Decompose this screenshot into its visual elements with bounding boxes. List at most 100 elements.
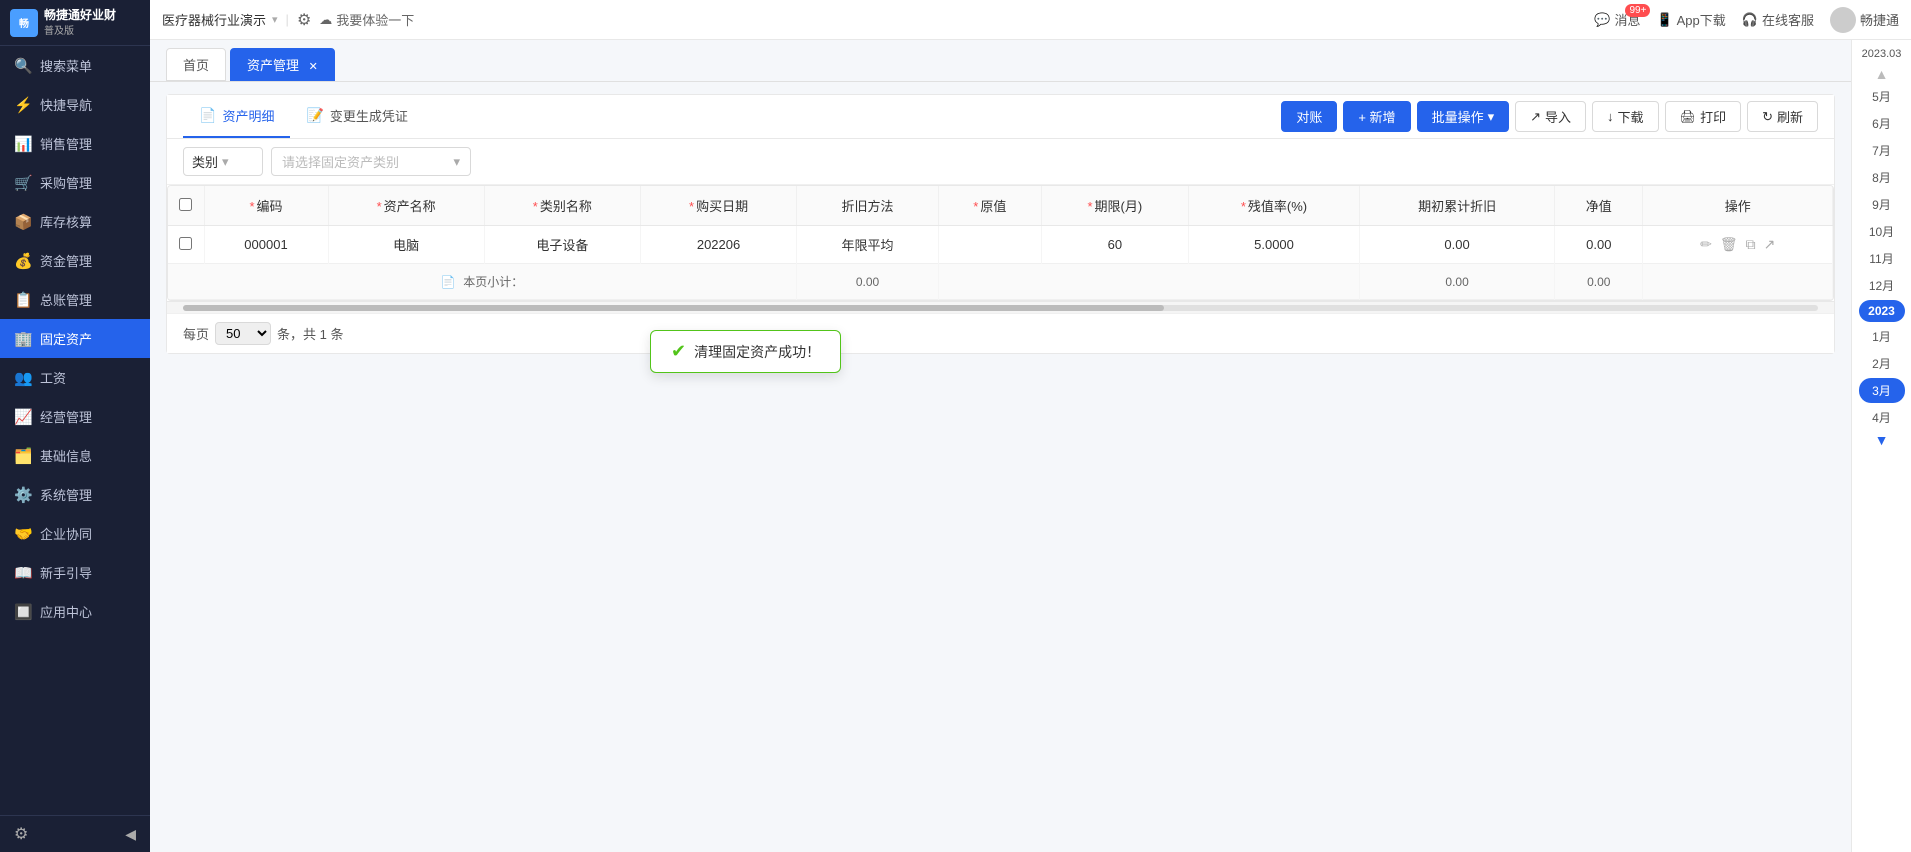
batch-ops-button[interactable]: 批量操作 ▾	[1417, 101, 1510, 132]
cell-original-value	[938, 226, 1041, 264]
calendar-month[interactable]: 2月	[1859, 351, 1905, 376]
cell-purchase-date: 202206	[640, 226, 796, 264]
category-value-filter[interactable]: 请选择固定资产类别 ▾	[271, 147, 471, 176]
calendar-month[interactable]: 9月	[1859, 192, 1905, 217]
sidebar-label-guide: 新手引导	[40, 563, 92, 582]
sidebar-item-guide[interactable]: 📖 新手引导	[0, 553, 150, 592]
calendar-month[interactable]: 11月	[1859, 246, 1905, 271]
print-button[interactable]: 🖨 打印	[1665, 101, 1742, 132]
sidebar-item-operations[interactable]: 📈 经营管理	[0, 397, 150, 436]
sub-tab-voucher[interactable]: 📝 变更生成凭证	[290, 95, 423, 138]
sidebar-item-quicknav[interactable]: ⚡ 快捷导航	[0, 85, 150, 124]
col-dep-method: 折旧方法	[797, 186, 939, 226]
calendar-active-year[interactable]: 2023	[1859, 300, 1905, 322]
download-button[interactable]: ↓ 下载	[1592, 101, 1659, 132]
delete-icon[interactable]: 🗑	[1720, 236, 1738, 253]
subtotal-initial-dep: 0.00	[1360, 264, 1555, 300]
sidebar: 畅 畅捷通好业财 普及版 🔍 搜索菜单 ⚡ 快捷导航 📊 销售管理 🛒 采购管理…	[0, 0, 150, 852]
calendar-month[interactable]: 5月	[1859, 84, 1905, 109]
cell-code: 000001	[204, 226, 328, 264]
sidebar-icon-fixed-assets: 🏢	[14, 330, 32, 348]
subtotal-label-cell: 📄 本页小计：	[168, 264, 797, 300]
sidebar-icon-funds: 💰	[14, 252, 32, 270]
main-card: 📄 资产明细 📝 变更生成凭证 对账 + 新增 批量操作 ▾ ↗	[166, 94, 1835, 354]
cell-name: 电脑	[328, 226, 484, 264]
sidebar-item-funds[interactable]: 💰 资金管理	[0, 241, 150, 280]
sidebar-item-ledger[interactable]: 📋 总账管理	[0, 280, 150, 319]
row-checkbox[interactable]	[179, 237, 192, 250]
assets-table-wrap: *编码 *资产名称 *类别名称 *购买日期 折旧方法 *原值 *期限(月) *残…	[167, 185, 1834, 301]
reconcile-button[interactable]: 对账	[1281, 101, 1337, 132]
calendar-month[interactable]: 7月	[1859, 138, 1905, 163]
collapse-icon[interactable]: ◀	[125, 826, 136, 843]
sidebar-label-quicknav: 快捷导航	[40, 95, 92, 114]
sub-tab-detail[interactable]: 📄 资产明细	[183, 95, 290, 138]
copy-icon[interactable]: ⧉	[1746, 236, 1756, 253]
company-selector[interactable]: 医疗器械行业演示 ▾	[162, 10, 278, 29]
sidebar-item-payroll[interactable]: 👥 工资	[0, 358, 150, 397]
calendar-down-btn[interactable]: ▼	[1873, 430, 1891, 450]
sidebar-item-fixed-assets[interactable]: 🏢 固定资产	[0, 319, 150, 358]
sidebar-item-apps[interactable]: 🔲 应用中心	[0, 592, 150, 631]
calendar-month[interactable]: 3月	[1859, 378, 1905, 403]
app-download-btn[interactable]: 📱 App下载	[1656, 10, 1725, 29]
category-filter[interactable]: 类别 ▾	[183, 147, 263, 176]
calendar-month[interactable]: 8月	[1859, 165, 1905, 190]
calendar-month[interactable]: 6月	[1859, 111, 1905, 136]
sidebar-item-enterprise[interactable]: 🤝 企业协同	[0, 514, 150, 553]
sidebar-icon-ledger: 📋	[14, 291, 32, 309]
detail-icon: 📄	[199, 107, 216, 124]
refresh-button[interactable]: ↻ 刷新	[1747, 101, 1818, 132]
calendar-month[interactable]: 10月	[1859, 219, 1905, 244]
col-name: *资产名称	[328, 186, 484, 226]
col-ops: 操作	[1643, 186, 1833, 226]
sidebar-item-sales[interactable]: 📊 销售管理	[0, 124, 150, 163]
sidebar-label-sales: 销售管理	[40, 134, 92, 153]
company-name: 医疗器械行业演示	[162, 10, 266, 29]
import-icon: ↗	[1530, 109, 1541, 125]
online-service-btn[interactable]: 🎧 在线客服	[1742, 10, 1814, 29]
cell-residual-rate: 5.0000	[1189, 226, 1360, 264]
company-dropdown-icon: ▾	[272, 13, 278, 26]
calendar-month[interactable]: 4月	[1859, 405, 1905, 430]
col-category: *类别名称	[484, 186, 640, 226]
calendar-months: 5月6月7月8月9月10月11月12月20231月2月3月4月	[1852, 84, 1911, 430]
calendar-month[interactable]: 1月	[1859, 324, 1905, 349]
content-area: 📄 资产明细 📝 变更生成凭证 对账 + 新增 批量操作 ▾ ↗	[150, 82, 1851, 852]
new-button[interactable]: + 新增	[1343, 101, 1410, 132]
settings-btn[interactable]: ⚙	[297, 10, 311, 30]
cell-category: 电子设备	[484, 226, 640, 264]
select-all-checkbox[interactable]	[179, 198, 192, 211]
calendar-up-btn[interactable]: ▲	[1873, 64, 1891, 84]
table-body: 000001 电脑 电子设备 202206 年限平均 60 5.0000 0.0…	[168, 226, 1833, 300]
messages-btn[interactable]: 💬 消息 99+	[1594, 10, 1640, 29]
tab-home[interactable]: 首页	[166, 48, 226, 81]
sidebar-item-purchase[interactable]: 🛒 采购管理	[0, 163, 150, 202]
tab-close-icon[interactable]: ✕	[309, 61, 318, 73]
per-page-select[interactable]: 50 100	[215, 322, 271, 345]
cell-period: 60	[1041, 226, 1188, 264]
more-icon[interactable]: ↗	[1764, 236, 1776, 253]
download-icon: ↓	[1607, 109, 1614, 124]
sidebar-item-inventory[interactable]: 📦 库存核算	[0, 202, 150, 241]
calendar-month[interactable]: 12月	[1859, 273, 1905, 298]
user-btn[interactable]: 畅捷通	[1830, 7, 1899, 33]
sidebar-header: 畅 畅捷通好业财 普及版	[0, 0, 150, 46]
tab-assets[interactable]: 资产管理 ✕	[230, 48, 335, 81]
table-header: *编码 *资产名称 *类别名称 *购买日期 折旧方法 *原值 *期限(月) *残…	[168, 186, 1833, 226]
col-original-value: *原值	[938, 186, 1041, 226]
horizontal-scrollbar[interactable]	[167, 301, 1834, 313]
sidebar-item-system[interactable]: ⚙️ 系统管理	[0, 475, 150, 514]
subtotal-file-icon: 📄	[441, 275, 456, 289]
experience-btn[interactable]: ☁ 我要体验一下	[319, 10, 414, 29]
col-net-value: 净值	[1555, 186, 1643, 226]
edit-icon[interactable]: ✏	[1700, 236, 1712, 253]
import-button[interactable]: ↗ 导入	[1515, 101, 1586, 132]
sidebar-icon-payroll: 👥	[14, 369, 32, 387]
sidebar-item-search[interactable]: 🔍 搜索菜单	[0, 46, 150, 85]
messages-badge: 99+	[1625, 4, 1650, 17]
sidebar-icon-inventory: 📦	[14, 213, 32, 231]
sidebar-icon-sales: 📊	[14, 135, 32, 153]
settings-icon[interactable]: ⚙	[14, 824, 28, 844]
sidebar-item-base-info[interactable]: 🗂️ 基础信息	[0, 436, 150, 475]
